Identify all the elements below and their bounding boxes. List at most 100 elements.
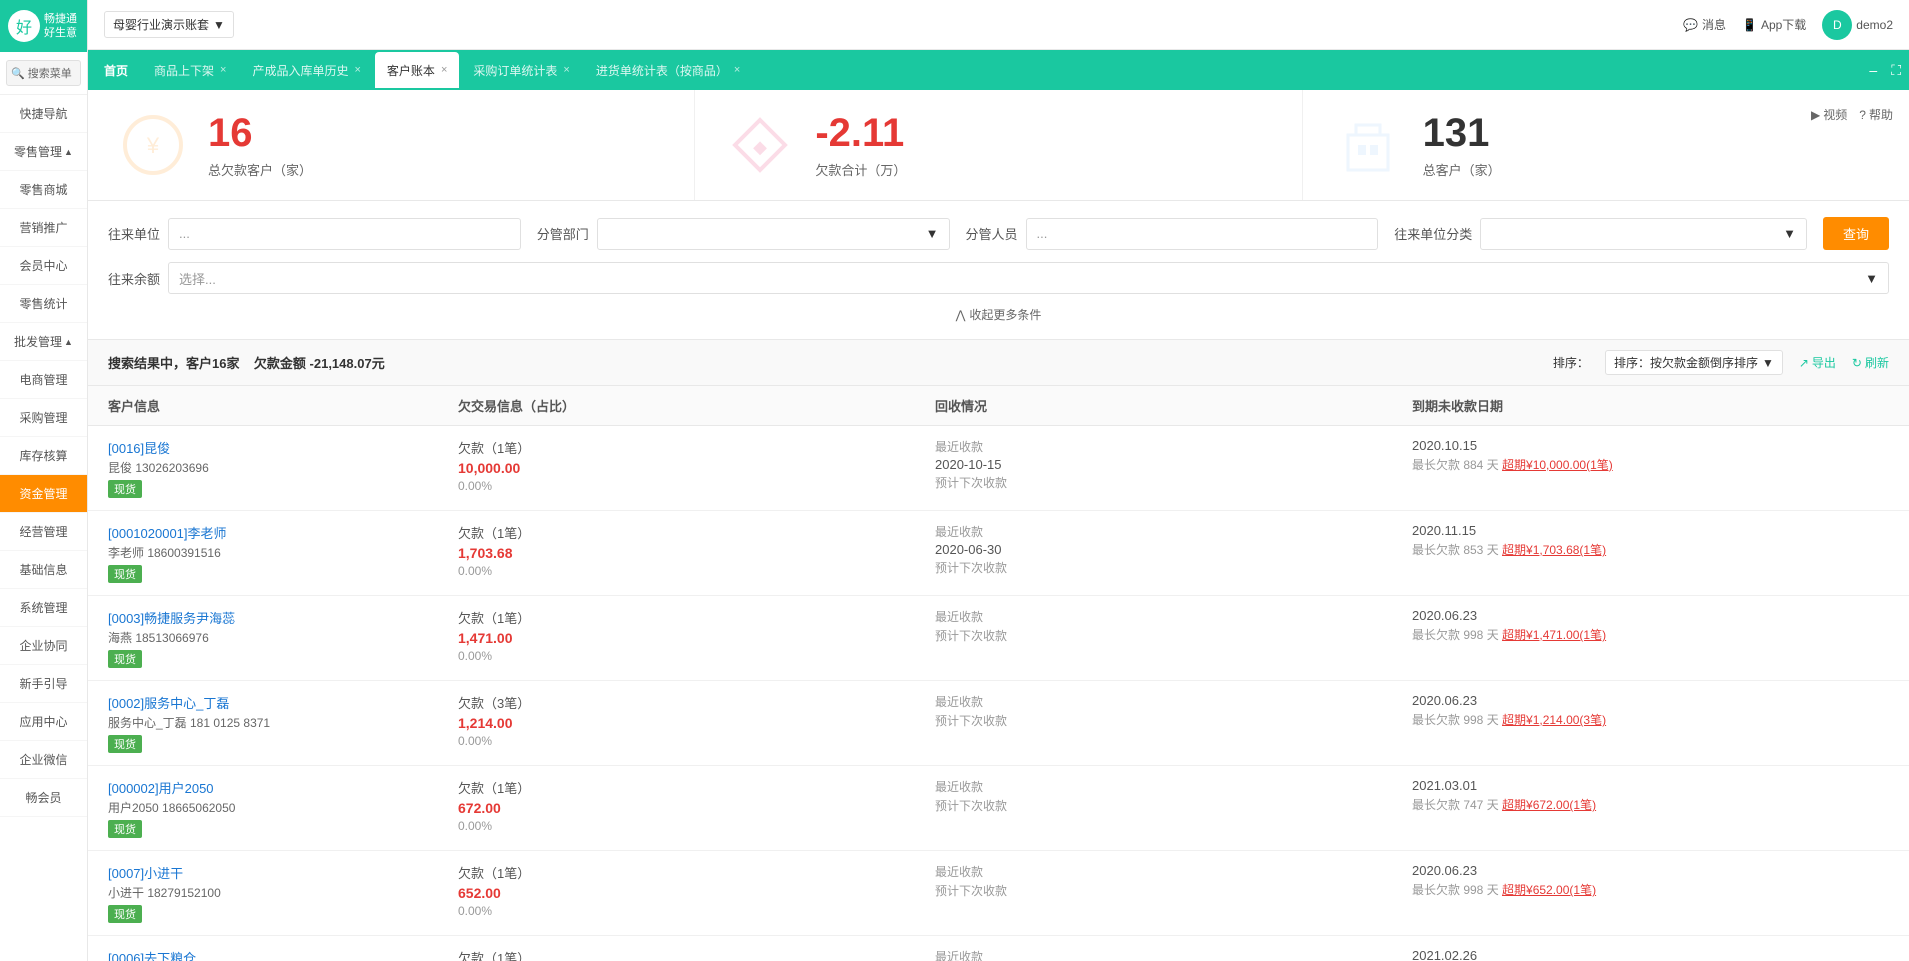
sidebar-item-retail-mall[interactable]: 零售商城 xyxy=(0,171,87,209)
payback-cell: 最近收款 预计下次收款 xyxy=(935,693,1412,729)
collapse-row: ⋀ 收起更多条件 xyxy=(108,306,1889,323)
customer-contact: 用户2050 18665062050 xyxy=(108,799,458,816)
refresh-button[interactable]: ↻ 刷新 xyxy=(1852,354,1889,371)
help-button[interactable]: ? 帮助 xyxy=(1859,106,1893,123)
overdue-link[interactable]: 超期¥1,703.68(1笔) xyxy=(1502,543,1606,557)
from-unit-input[interactable]: ... xyxy=(168,218,521,250)
customer-name-link[interactable]: [0007]小进干 xyxy=(108,866,183,881)
building-icon xyxy=(1333,110,1403,180)
industry-select[interactable]: 母婴行业演示账套 ▼ xyxy=(104,11,234,38)
customer-name-link[interactable]: [0002]服务中心_丁磊 xyxy=(108,696,229,711)
balance-select[interactable]: 选择... ▼ xyxy=(168,262,1889,294)
debt-percent: 0.00% xyxy=(458,564,935,578)
payback-cell: 最近收款 2020-10-15 预计下次收款 xyxy=(935,438,1412,491)
due-overdue: 最长欠款 998 天 超期¥1,214.00(3笔) xyxy=(1412,711,1889,728)
person-input[interactable]: ... xyxy=(1026,218,1379,250)
customer-info-cell: [0003]畅捷服务尹海蕊 海燕 18513066976 现货 xyxy=(108,608,458,668)
tab-label-purchase-order: 采购订单统计表 xyxy=(473,62,557,79)
export-button[interactable]: ↗ 导出 xyxy=(1799,354,1836,371)
sidebar-item-basic-info[interactable]: 基础信息 xyxy=(0,551,87,589)
payback-next: 预计下次收款 xyxy=(935,559,1412,576)
overdue-link[interactable]: 超期¥1,214.00(3笔) xyxy=(1502,713,1606,727)
debt-amount: 10,000.00 xyxy=(458,460,935,476)
payback-label: 最近收款 xyxy=(935,438,1412,455)
sidebar-item-inventory[interactable]: 库存核算 xyxy=(0,437,87,475)
sidebar-item-purchase-mgmt[interactable]: 采购管理 xyxy=(0,399,87,437)
overdue-link[interactable]: 超期¥672.00(1笔) xyxy=(1502,798,1596,812)
payback-next: 预计下次收款 xyxy=(935,882,1412,899)
col-due-date: 到期未收款日期 xyxy=(1412,396,1889,415)
sidebar-item-enterprise-coop[interactable]: 企业协同 xyxy=(0,627,87,665)
overdue-link[interactable]: 超期¥652.00(1笔) xyxy=(1502,883,1596,897)
due-date: 2020.06.23 xyxy=(1412,608,1889,623)
customer-info-cell: [0002]服务中心_丁磊 服务中心_丁磊 181 0125 8371 现货 xyxy=(108,693,458,753)
tab-purchase-stat[interactable]: 进货单统计表（按商品）× xyxy=(584,52,752,88)
customer-name-link[interactable]: [0001020001]李老师 xyxy=(108,526,227,541)
debt-info-cell: 欠款（1笔） 672.00 0.00% xyxy=(458,778,935,833)
tabs-maximize-button[interactable]: ⛶ xyxy=(1887,60,1905,81)
phone-icon: 📱 xyxy=(1742,18,1757,32)
sidebar-item-marketing[interactable]: 营销推广 xyxy=(0,209,87,247)
message-button[interactable]: 💬 消息 xyxy=(1683,16,1726,33)
due-date-cell: 2020.06.23 最长欠款 998 天 超期¥1,214.00(3笔) xyxy=(1412,693,1889,728)
customer-tag: 现货 xyxy=(108,735,142,753)
payback-label: 最近收款 xyxy=(935,778,1412,795)
tabs-minimize-button[interactable]: – xyxy=(1865,60,1881,81)
due-date: 2020.10.15 xyxy=(1412,438,1889,453)
tab-close-purchase-order[interactable]: × xyxy=(563,64,569,76)
sidebar-item-quick-nav[interactable]: 快捷导航 xyxy=(0,95,87,133)
tab-product-history[interactable]: 产成品入库单历史× xyxy=(240,52,372,88)
overdue-link[interactable]: 超期¥10,000.00(1笔) xyxy=(1502,458,1613,472)
tab-close-purchase-stat[interactable]: × xyxy=(734,64,740,76)
tab-label-product-off: 商品上下架 xyxy=(154,62,214,79)
video-button[interactable]: ▶ 视频 xyxy=(1811,106,1847,123)
app-logo: 好 畅捷通好生意 xyxy=(0,0,87,52)
table-row: [0003]畅捷服务尹海蕊 海燕 18513066976 现货 欠款（1笔） 1… xyxy=(88,596,1909,681)
sidebar-item-operation[interactable]: 经营管理 xyxy=(0,513,87,551)
customer-name-link[interactable]: [0003]畅捷服务尹海蕊 xyxy=(108,611,235,626)
sidebar-item-ecom-mgmt[interactable]: 电商管理 xyxy=(0,361,87,399)
sidebar-item-retail-stat[interactable]: 零售统计 xyxy=(0,285,87,323)
table-row: [0002]服务中心_丁磊 服务中心_丁磊 181 0125 8371 现货 欠… xyxy=(88,681,1909,766)
customer-name-link[interactable]: [0016]昆俊 xyxy=(108,441,170,456)
sidebar-item-new-guide[interactable]: 新手引导 xyxy=(0,665,87,703)
payback-cell: 最近收款 预计下次收款 xyxy=(935,778,1412,814)
collapse-icon: ⋀ xyxy=(956,308,966,322)
tab-close-customer-account[interactable]: × xyxy=(441,64,447,76)
due-date-cell: 2021.02.26 最长欠款 750 天 超期¥455.90(1笔) xyxy=(1412,948,1889,961)
payback-date: 2020-10-15 xyxy=(935,457,1412,472)
sidebar-item-app-center[interactable]: 应用中心 xyxy=(0,703,87,741)
tab-purchase-order[interactable]: 采购订单统计表 × xyxy=(461,52,581,88)
search-menu-button[interactable]: 🔍 搜索菜单 xyxy=(6,60,81,86)
results-actions: 排序： 排序：按欠款金额倒序排序 ▼ ↗ 导出 ↻ 刷新 xyxy=(1553,350,1889,375)
tab-close-product-off[interactable]: × xyxy=(220,64,226,76)
tab-product-off[interactable]: 商品上下架 × xyxy=(142,52,238,88)
sort-select[interactable]: 排序：按欠款金额倒序排序 ▼ xyxy=(1605,350,1783,375)
sidebar-item-capital[interactable]: 资金管理 xyxy=(0,475,87,513)
category-select[interactable]: ▼ xyxy=(1480,218,1807,250)
customer-info-cell: [0007]小进干 小进干 18279152100 现货 xyxy=(108,863,458,923)
stat-card-debt-total: ◆ -2.11 欠款合计（万） xyxy=(695,90,1302,200)
sidebar-item-sys-mgmt[interactable]: 系统管理 xyxy=(0,589,87,627)
sidebar-item-retail-mgmt[interactable]: 零售管理▲ xyxy=(0,133,87,171)
search-button[interactable]: 查询 xyxy=(1823,217,1889,250)
tab-close-product-history[interactable]: × xyxy=(354,64,360,76)
user-profile[interactable]: D demo2 xyxy=(1822,10,1893,40)
payback-cell: 最近收款 预计下次收款 xyxy=(935,608,1412,644)
all-customers-label: 总客户（家） xyxy=(1423,160,1501,179)
collapse-button[interactable]: ⋀ 收起更多条件 xyxy=(956,306,1042,323)
tab-home[interactable]: 首页 xyxy=(92,52,140,88)
overdue-link[interactable]: 超期¥1,471.00(1笔) xyxy=(1502,628,1606,642)
debt-amount: 1,471.00 xyxy=(458,630,935,646)
dept-select[interactable]: ▼ xyxy=(597,218,950,250)
customer-name-link[interactable]: [000002]用户2050 xyxy=(108,781,214,796)
sidebar-item-batch-mgmt[interactable]: 批发管理▲ xyxy=(0,323,87,361)
chevron-down-icon: ▼ xyxy=(213,18,225,32)
app-download-button[interactable]: 📱 App下载 xyxy=(1742,16,1806,33)
sidebar-item-vip-member[interactable]: 畅会员 xyxy=(0,779,87,817)
table-row: [0006]去下粮仓 陈小册 现货 欠款（1笔） 455.90 0.00% 最近… xyxy=(88,936,1909,961)
tab-customer-account[interactable]: 客户账本× xyxy=(375,52,459,88)
customer-name-link[interactable]: [0006]去下粮仓 xyxy=(108,951,196,961)
sidebar-item-enterprise-wx[interactable]: 企业微信 xyxy=(0,741,87,779)
sidebar-item-member[interactable]: 会员中心 xyxy=(0,247,87,285)
